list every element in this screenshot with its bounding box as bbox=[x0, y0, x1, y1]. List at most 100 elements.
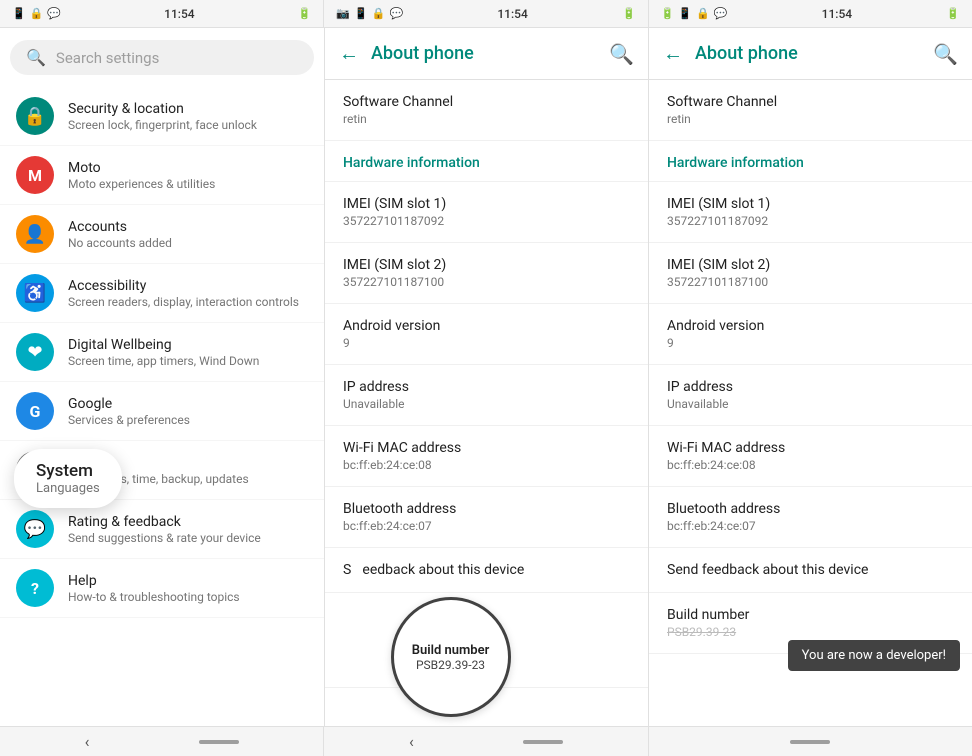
middle-wifi-mac: Wi-Fi MAC address bc:ff:eb:24:ce:08 bbox=[325, 426, 648, 487]
status-section-left: 📱 🔒 💬 11:54 🔋 bbox=[0, 0, 324, 27]
middle-bluetooth-label: Bluetooth address bbox=[343, 501, 630, 517]
help-icon: ? bbox=[16, 569, 54, 607]
search-input[interactable]: Search settings bbox=[56, 49, 159, 67]
right-wifi-label: Wi-Fi MAC address bbox=[667, 440, 954, 456]
build-number-circle-label: Build number bbox=[412, 643, 490, 658]
middle-hardware-info[interactable]: Hardware information bbox=[325, 141, 648, 182]
google-title: Google bbox=[68, 396, 308, 412]
right-imei2: IMEI (SIM slot 2) 357227101187100 bbox=[649, 243, 972, 304]
status-time-left: 11:54 bbox=[164, 7, 194, 21]
nav-home-right[interactable] bbox=[790, 740, 830, 744]
moto-subtitle: Moto experiences & utilities bbox=[68, 177, 308, 191]
settings-item-security[interactable]: 🔒 Security & location Screen lock, finge… bbox=[0, 87, 324, 146]
middle-build-number[interactable]: Build number PSB29.39-23 bbox=[325, 593, 648, 688]
right-wifi-mac: Wi-Fi MAC address bc:ff:eb:24:ce:08 bbox=[649, 426, 972, 487]
status-battery-right: 🔋 bbox=[946, 7, 960, 20]
help-text: Help How-to & troubleshooting topics bbox=[68, 573, 308, 604]
security-icon: 🔒 bbox=[16, 97, 54, 135]
middle-hardware-label: Hardware information bbox=[343, 155, 630, 171]
rating-text: Rating & feedback Send suggestions & rat… bbox=[68, 514, 308, 545]
build-number-circle-value: PSB29.39-23 bbox=[416, 658, 485, 672]
moto-title: Moto bbox=[68, 160, 308, 176]
right-android-label: Android version bbox=[667, 318, 954, 334]
accounts-icon: 👤 bbox=[16, 215, 54, 253]
moto-icon: M bbox=[16, 156, 54, 194]
search-bar[interactable]: 🔍 Search settings bbox=[10, 40, 314, 75]
nav-home-left[interactable] bbox=[199, 740, 239, 744]
right-hardware-label: Hardware information bbox=[667, 155, 954, 171]
digital-wellbeing-icon: ❤ bbox=[16, 333, 54, 371]
right-panels: ← About phone 🔍 Software Channel retin H… bbox=[325, 28, 972, 726]
middle-feedback-label: S...eedback about this device bbox=[343, 562, 630, 578]
right-bluetooth-value: bc:ff:eb:24:ce:07 bbox=[667, 519, 954, 533]
help-subtitle: How-to & troubleshooting topics bbox=[68, 590, 308, 604]
middle-android-version: Android version 9 bbox=[325, 304, 648, 365]
right-bluetooth: Bluetooth address bc:ff:eb:24:ce:07 bbox=[649, 487, 972, 548]
right-back-button[interactable]: ← bbox=[663, 41, 683, 66]
middle-imei2-value: 357227101187100 bbox=[343, 275, 630, 289]
right-search-icon[interactable]: 🔍 bbox=[933, 42, 958, 66]
status-battery-middle: 🔋 bbox=[622, 7, 636, 20]
security-title: Security & location bbox=[68, 101, 308, 117]
google-icon: G bbox=[16, 392, 54, 430]
middle-imei1-label: IMEI (SIM slot 1) bbox=[343, 196, 630, 212]
rating-icon: 💬 bbox=[16, 510, 54, 548]
system-tooltip-subtitle: Languages bbox=[36, 481, 100, 496]
settings-item-system[interactable]: ℹ System Languages, time, backup, update… bbox=[0, 441, 324, 500]
right-imei1-label: IMEI (SIM slot 1) bbox=[667, 196, 954, 212]
right-software-channel: Software Channel retin bbox=[649, 80, 972, 141]
status-icons-middle: 📷 📱 🔒 💬 bbox=[336, 7, 403, 20]
middle-ip-label: IP address bbox=[343, 379, 630, 395]
middle-panel-title: About phone bbox=[371, 43, 597, 64]
settings-item-google[interactable]: G Google Services & preferences bbox=[0, 382, 324, 441]
right-software-channel-label: Software Channel bbox=[667, 94, 954, 110]
settings-item-rating[interactable]: 💬 Rating & feedback Send suggestions & r… bbox=[0, 500, 324, 559]
nav-back-middle[interactable]: ‹ bbox=[409, 732, 414, 751]
right-panel-title: About phone bbox=[695, 43, 921, 64]
status-time-middle: 11:54 bbox=[497, 7, 527, 21]
nav-bar: ‹ ‹ bbox=[0, 726, 972, 756]
right-imei1: IMEI (SIM slot 1) 357227101187092 bbox=[649, 182, 972, 243]
rating-title: Rating & feedback bbox=[68, 514, 308, 530]
right-panel-content: Software Channel retin Hardware informat… bbox=[649, 80, 972, 726]
middle-search-icon[interactable]: 🔍 bbox=[609, 42, 634, 66]
developer-toast: You are now a developer! bbox=[788, 640, 960, 671]
settings-item-accounts[interactable]: 👤 Accounts No accounts added bbox=[0, 205, 324, 264]
right-imei2-label: IMEI (SIM slot 2) bbox=[667, 257, 954, 273]
nav-back-left[interactable]: ‹ bbox=[85, 732, 90, 751]
middle-send-feedback[interactable]: S...eedback about this device bbox=[325, 548, 648, 593]
system-tooltip-title: System bbox=[36, 461, 100, 481]
settings-list: 🔒 Security & location Screen lock, finge… bbox=[0, 87, 324, 726]
middle-bluetooth: Bluetooth address bc:ff:eb:24:ce:07 bbox=[325, 487, 648, 548]
right-bluetooth-label: Bluetooth address bbox=[667, 501, 954, 517]
settings-item-moto[interactable]: M Moto Moto experiences & utilities bbox=[0, 146, 324, 205]
nav-home-middle[interactable] bbox=[523, 740, 563, 744]
middle-imei1: IMEI (SIM slot 1) 357227101187092 bbox=[325, 182, 648, 243]
settings-item-digital-wellbeing[interactable]: ❤ Digital Wellbeing Screen time, app tim… bbox=[0, 323, 324, 382]
security-subtitle: Screen lock, fingerprint, face unlock bbox=[68, 118, 308, 132]
settings-item-help[interactable]: ? Help How-to & troubleshooting topics bbox=[0, 559, 324, 618]
right-hardware-info[interactable]: Hardware information bbox=[649, 141, 972, 182]
right-ip-address: IP address Unavailable bbox=[649, 365, 972, 426]
middle-software-channel-label: Software Channel bbox=[343, 94, 630, 110]
right-build-value: PSB29.39-23 bbox=[667, 625, 954, 639]
status-icons-right: 🔋 📱 🔒 💬 bbox=[661, 7, 728, 20]
security-text: Security & location Screen lock, fingerp… bbox=[68, 101, 308, 132]
middle-android-value: 9 bbox=[343, 336, 630, 350]
settings-item-accessibility[interactable]: ♿ Accessibility Screen readers, display,… bbox=[0, 264, 324, 323]
middle-android-label: Android version bbox=[343, 318, 630, 334]
status-time-right: 11:54 bbox=[822, 7, 852, 21]
status-bar: 📱 🔒 💬 11:54 🔋 📷 📱 🔒 💬 11:54 🔋 � bbox=[0, 0, 972, 28]
right-panel: ← About phone 🔍 Software Channel retin H… bbox=[649, 28, 972, 726]
nav-section-middle: ‹ bbox=[324, 727, 648, 756]
middle-bluetooth-value: bc:ff:eb:24:ce:07 bbox=[343, 519, 630, 533]
digital-wellbeing-subtitle: Screen time, app timers, Wind Down bbox=[68, 354, 308, 368]
middle-back-button[interactable]: ← bbox=[339, 41, 359, 66]
status-icons-left: 📱 🔒 💬 bbox=[12, 7, 61, 20]
right-android-version: Android version 9 bbox=[649, 304, 972, 365]
google-text: Google Services & preferences bbox=[68, 396, 308, 427]
right-send-feedback[interactable]: Send feedback about this device bbox=[649, 548, 972, 593]
moto-text: Moto Moto experiences & utilities bbox=[68, 160, 308, 191]
right-ip-value: Unavailable bbox=[667, 397, 954, 411]
digital-wellbeing-text: Digital Wellbeing Screen time, app timer… bbox=[68, 337, 308, 368]
